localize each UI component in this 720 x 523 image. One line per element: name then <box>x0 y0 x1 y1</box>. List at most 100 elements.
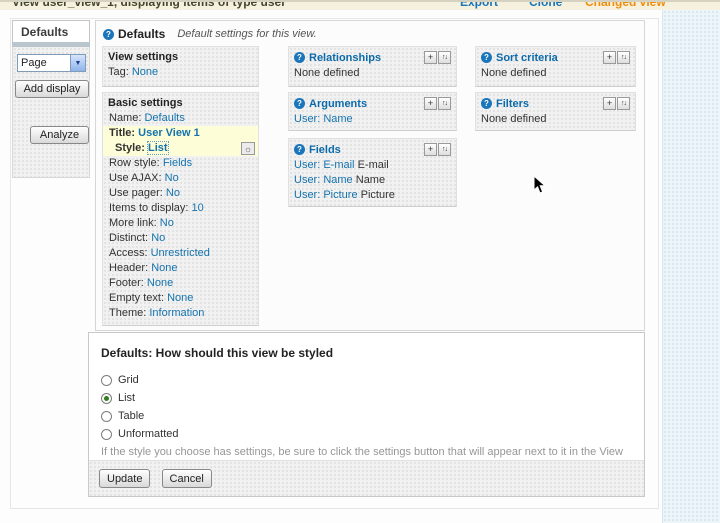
filters-empty: None defined <box>481 112 630 127</box>
display-header-description: Default settings for this view. <box>177 28 316 40</box>
setting-row-pager: Use pager: No <box>108 186 253 201</box>
setting-value-link[interactable]: None <box>147 277 173 289</box>
style-option-table[interactable]: Table <box>101 407 179 425</box>
setting-row-name: Name: Defaults <box>108 111 253 126</box>
style-option-list[interactable]: List <box>101 389 179 407</box>
field-item: User: Name Name <box>294 173 451 188</box>
setting-value-link[interactable]: No <box>160 217 174 229</box>
radio-list[interactable] <box>101 393 112 404</box>
field-item: User: Picture Picture <box>294 188 451 203</box>
setting-value-link[interactable]: Fields <box>163 157 192 169</box>
setting-value-link[interactable]: Information <box>149 307 204 319</box>
add-icon[interactable]: + <box>424 143 437 156</box>
radio-unformatted[interactable] <box>101 429 112 440</box>
view-title: View user_view_1, displaying items of ty… <box>12 0 286 9</box>
rearrange-icon[interactable]: ↑↓ <box>617 51 630 64</box>
form-buttons-bar: Update Cancel <box>89 460 644 496</box>
chevron-down-icon: ▼ <box>70 55 85 71</box>
tab-defaults[interactable]: Defaults <box>12 20 90 42</box>
field-item: User: E-mail E-mail <box>294 158 451 173</box>
basic-settings-title: Basic settings <box>108 97 183 109</box>
setting-row-theme: Theme: Information <box>108 306 253 321</box>
sort-criteria-box: ? Sort criteria + ↑↓ None defined <box>475 46 636 87</box>
sort-criteria-title-link[interactable]: Sort criteria <box>496 52 558 64</box>
display-header-title: Defaults <box>118 27 165 41</box>
relationships-box: ? Relationships + ↑↓ None defined <box>288 46 457 87</box>
setting-row-rowstyle: Row style: Fields <box>108 156 253 171</box>
add-icon[interactable]: + <box>603 51 616 64</box>
radio-grid-label[interactable]: Grid <box>118 374 139 386</box>
help-icon[interactable]: ? <box>481 98 492 109</box>
field-label: E-mail <box>358 159 389 171</box>
rearrange-icon[interactable]: ↑↓ <box>438 143 451 156</box>
right-side-panel <box>662 10 720 523</box>
rearrange-icon[interactable]: ↑↓ <box>617 97 630 110</box>
rearrange-icon[interactable]: ↑↓ <box>438 51 451 64</box>
argument-item: User: Name <box>294 112 451 127</box>
field-link[interactable]: User: Picture <box>294 189 358 201</box>
radio-table-label[interactable]: Table <box>118 410 144 422</box>
export-link[interactable]: Export <box>460 0 498 9</box>
field-link[interactable]: User: Name <box>294 174 353 186</box>
add-icon[interactable]: + <box>603 97 616 110</box>
setting-value-link[interactable]: No <box>166 187 180 199</box>
add-display-button[interactable]: Add display <box>15 80 89 98</box>
setting-row-morelink: More link: No <box>108 216 253 231</box>
fields-title-link[interactable]: Fields <box>309 144 341 156</box>
views-edit-screen: View user_view_1, displaying items of ty… <box>0 0 720 523</box>
arguments-title-link[interactable]: Arguments <box>309 98 367 110</box>
style-settings-form: Defaults: How should this view be styled… <box>88 332 645 497</box>
argument-link[interactable]: User: Name <box>294 113 353 125</box>
setting-value-link[interactable]: None <box>167 292 193 304</box>
setting-row-style: Style: List ☼ <box>103 141 258 156</box>
setting-row-header: Header: None <box>108 261 253 276</box>
field-label: Picture <box>361 189 395 201</box>
tag-value-link[interactable]: None <box>132 66 158 78</box>
style-option-grid[interactable]: Grid <box>101 371 179 389</box>
setting-value-link[interactable]: No <box>151 232 165 244</box>
setting-value-link[interactable]: Unrestricted <box>151 247 210 259</box>
fields-box: ? Fields + ↑↓ User: E-mail E-mail User: … <box>288 138 457 207</box>
update-button[interactable]: Update <box>99 469 150 488</box>
filters-box: ? Filters + ↑↓ None defined <box>475 92 636 131</box>
add-icon[interactable]: + <box>424 51 437 64</box>
view-settings-box: View settings Tag: None <box>102 46 259 87</box>
setting-row-title: Title: User View 1 <box>103 126 258 141</box>
style-option-unformatted[interactable]: Unformatted <box>101 425 179 443</box>
setting-row-distinct: Distinct: No <box>108 231 253 246</box>
setting-value-link[interactable]: Defaults <box>144 112 184 124</box>
mouse-cursor <box>533 175 546 195</box>
radio-unformatted-label[interactable]: Unformatted <box>118 428 179 440</box>
field-link[interactable]: User: E-mail <box>294 159 355 171</box>
analyze-button[interactable]: Analyze <box>30 126 89 144</box>
cancel-button[interactable]: Cancel <box>162 469 212 488</box>
setting-value-link[interactable]: None <box>151 262 177 274</box>
field-label: Name <box>356 174 385 186</box>
radio-list-label[interactable]: List <box>118 392 135 404</box>
filters-title-link[interactable]: Filters <box>496 98 529 110</box>
help-icon[interactable]: ? <box>103 29 114 40</box>
clone-link[interactable]: Clone <box>529 0 562 9</box>
help-icon[interactable]: ? <box>294 52 305 63</box>
radio-table[interactable] <box>101 411 112 422</box>
display-type-select[interactable]: Page ▼ <box>17 54 86 72</box>
setting-value-link[interactable]: User View 1 <box>138 127 200 139</box>
setting-value-link[interactable]: List <box>148 142 168 154</box>
setting-value-link[interactable]: No <box>165 172 179 184</box>
setting-value-link[interactable]: 10 <box>192 202 204 214</box>
rearrange-icon[interactable]: ↑↓ <box>438 97 451 110</box>
help-icon[interactable]: ? <box>481 52 492 63</box>
display-settings-panel: ? Defaults Default settings for this vie… <box>95 20 645 331</box>
help-icon[interactable]: ? <box>294 144 305 155</box>
help-icon[interactable]: ? <box>294 98 305 109</box>
radio-grid[interactable] <box>101 375 112 386</box>
relationships-title-link[interactable]: Relationships <box>309 52 381 64</box>
view-settings-title: View settings <box>108 51 178 63</box>
display-controls-panel: Page ▼ Add display Analyze <box>12 47 90 178</box>
display-header: ? Defaults Default settings for this vie… <box>103 27 317 41</box>
tag-label: Tag: <box>108 66 129 78</box>
add-icon[interactable]: + <box>424 97 437 110</box>
gear-icon[interactable]: ☼ <box>241 142 255 155</box>
setting-row-empty: Empty text: None <box>108 291 253 306</box>
setting-row-footer: Footer: None <box>108 276 253 291</box>
